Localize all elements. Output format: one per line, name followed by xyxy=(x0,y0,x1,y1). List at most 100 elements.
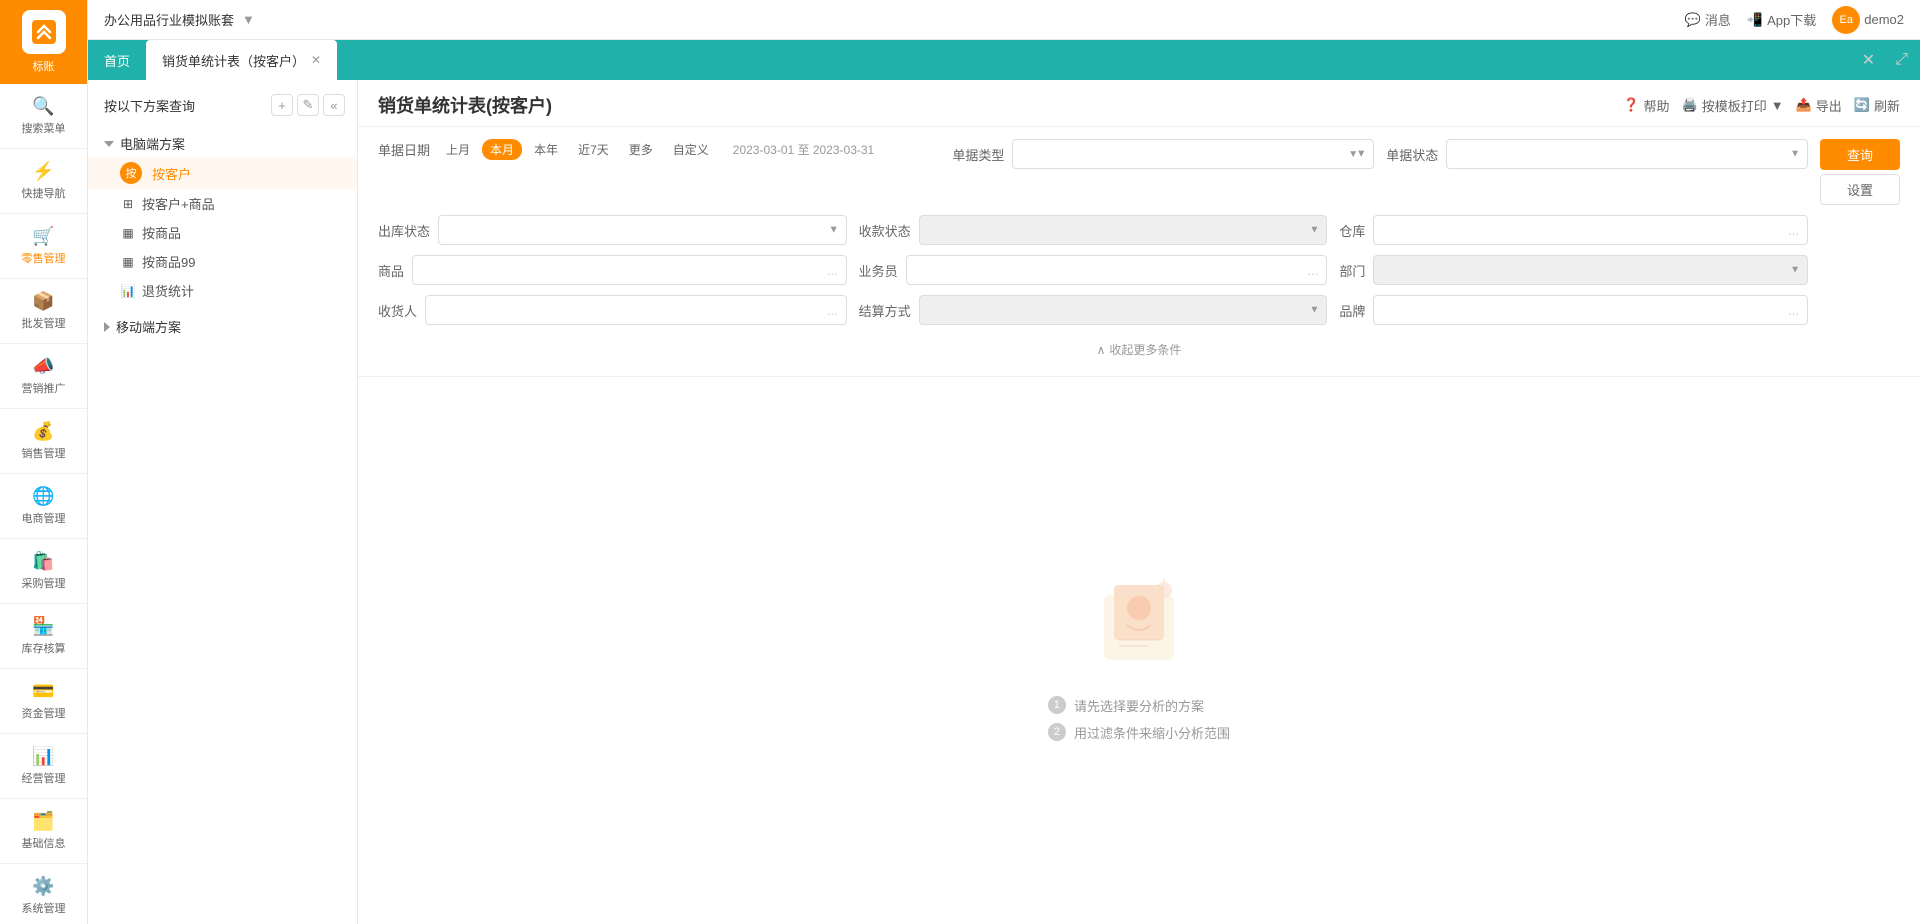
dropdown-icon[interactable]: ▼ xyxy=(242,12,255,27)
warehouse-dots[interactable]: ... xyxy=(1788,223,1799,238)
scheme-item-by-customer-product[interactable]: ⊞ 按客户+商品 xyxy=(88,189,357,218)
tab-close-all-icon[interactable]: ✕ xyxy=(1862,50,1887,70)
logo-area[interactable]: 标账 xyxy=(0,0,87,84)
basic-icon: 🗂️ xyxy=(32,811,54,832)
scheme-group-desktop: 电脑端方案 按 按客户 ⊞ 按客户+商品 ▦ 按商品 ▦ xyxy=(88,126,357,309)
date-last-7-days[interactable]: 近7天 xyxy=(570,139,617,160)
sidebar-item-wholesale[interactable]: 📦 批发管理 xyxy=(0,279,87,344)
date-range: 2023-03-01 至 2023-03-31 xyxy=(733,141,874,158)
department-label: 部门 xyxy=(1339,261,1365,280)
sidebar-item-quicknav[interactable]: ⚡ 快捷导航 xyxy=(0,149,87,214)
scheme-item-return-stats-label: 退货统计 xyxy=(142,281,194,300)
out-status-label: 出库状态 xyxy=(378,221,430,240)
sidebar-item-search[interactable]: 🔍 搜索菜单 xyxy=(0,84,87,149)
order-type-select[interactable] xyxy=(1012,139,1374,169)
sidebar-item-inventory[interactable]: 🏪 库存核算 xyxy=(0,604,87,669)
sidebar-item-basic[interactable]: 🗂️ 基础信息 xyxy=(0,799,87,864)
sidebar-item-system[interactable]: ⚙️ 系统管理 xyxy=(0,864,87,924)
date-this-year[interactable]: 本年 xyxy=(526,139,566,160)
sidebar-item-ecommerce[interactable]: 🌐 电商管理 xyxy=(0,474,87,539)
warehouse-input[interactable] xyxy=(1382,223,1784,238)
settlement-label: 结算方式 xyxy=(859,301,911,320)
scheme-panel-header: 按以下方案查询 + ✎ « xyxy=(88,88,357,122)
inventory-icon: 🏪 xyxy=(32,616,54,637)
hint-num-1: 1 xyxy=(1048,696,1066,714)
user-menu[interactable]: Ea demo2 xyxy=(1832,6,1904,34)
tab-home[interactable]: 首页 xyxy=(88,40,146,80)
tab-close-icon[interactable]: ✕ xyxy=(311,53,321,67)
sidebar-item-retail[interactable]: 🛒 零售管理 xyxy=(0,214,87,279)
operations-icon: 📊 xyxy=(32,746,54,767)
product-dots[interactable]: ... xyxy=(827,263,838,278)
tab-expand-icon[interactable]: ⤢ xyxy=(1895,51,1908,69)
empty-hints: 1 请先选择要分析的方案 2 用过滤条件来缩小分析范围 xyxy=(1048,696,1230,742)
refresh-icon: 🔄 xyxy=(1854,97,1870,113)
sidebar-item-ecommerce-label: 电商管理 xyxy=(22,510,66,526)
settlement-select[interactable] xyxy=(919,295,1328,325)
date-last-month[interactable]: 上月 xyxy=(438,139,478,160)
receiver-input[interactable] xyxy=(434,303,823,318)
quicknav-icon: ⚡ xyxy=(32,161,54,182)
wholesale-icon: 📦 xyxy=(32,291,54,312)
sidebar-item-marketing[interactable]: 📣 营销推广 xyxy=(0,344,87,409)
scheme-group-desktop-header[interactable]: 电脑端方案 xyxy=(88,130,357,157)
receiver-label: 收货人 xyxy=(378,301,417,320)
help-btn[interactable]: ❓ 帮助 xyxy=(1623,96,1669,115)
scheme-item-by-customer[interactable]: 按 按客户 xyxy=(88,157,357,189)
scheme-item-by-product[interactable]: ▦ 按商品 xyxy=(88,218,357,247)
brand-label: 品牌 xyxy=(1339,301,1365,320)
sidebar-item-finance[interactable]: 💳 资金管理 xyxy=(0,669,87,734)
home-tab-label: 首页 xyxy=(104,51,130,70)
refresh-label: 刷新 xyxy=(1874,96,1900,115)
scheme-add-btn[interactable]: + xyxy=(271,94,293,116)
sidebar-item-basic-label: 基础信息 xyxy=(22,835,66,851)
scheme-item-by-product-99[interactable]: ▦ 按商品99 xyxy=(88,247,357,276)
sidebar-item-sales[interactable]: 💰 销售管理 xyxy=(0,409,87,474)
department-select[interactable] xyxy=(1373,255,1808,285)
search-icon: 🔍 xyxy=(32,96,54,117)
salesperson-dots[interactable]: ... xyxy=(1308,263,1319,278)
product-input[interactable] xyxy=(421,263,823,278)
collection-status-select[interactable] xyxy=(919,215,1328,245)
empty-hint-2-text: 用过滤条件来缩小分析范围 xyxy=(1074,723,1230,742)
scheme-item-return-stats[interactable]: 📊 退货统计 xyxy=(88,276,357,305)
finance-icon: 💳 xyxy=(32,681,54,702)
action-buttons: 查询 设置 xyxy=(1820,139,1900,205)
app-download-btn[interactable]: 📲 App下载 xyxy=(1747,10,1816,29)
out-status-select[interactable] xyxy=(438,215,847,245)
scheme-group-desktop-label: 电脑端方案 xyxy=(120,134,185,153)
brand-input[interactable] xyxy=(1382,303,1784,318)
retail-icon: 🛒 xyxy=(32,226,54,247)
settings-btn[interactable]: 设置 xyxy=(1820,174,1900,205)
messages-btn[interactable]: 💬 消息 xyxy=(1685,10,1731,29)
scheme-edit-btn[interactable]: ✎ xyxy=(297,94,319,116)
scheme-active-icon: 按 xyxy=(120,162,142,184)
tab-sales-stats[interactable]: 销货单统计表（按客户） ✕ xyxy=(146,40,337,80)
sales-stats-tab-label: 销货单统计表（按客户） xyxy=(162,51,305,70)
scheme-group-mobile-header[interactable]: 移动端方案 xyxy=(88,313,357,340)
export-btn[interactable]: 📤 导出 xyxy=(1796,96,1842,115)
date-custom[interactable]: 自定义 xyxy=(665,139,717,160)
edit-icon: ✎ xyxy=(303,97,314,113)
brand-dots[interactable]: ... xyxy=(1788,303,1799,318)
collapse-up-icon: ∧ xyxy=(1097,343,1106,357)
marketing-icon: 📣 xyxy=(32,356,54,377)
template-print-btn[interactable]: 🖨️ 按模板打印 ▼ xyxy=(1682,96,1784,115)
sidebar-item-purchase[interactable]: 🛍️ 采购管理 xyxy=(0,539,87,604)
date-this-month[interactable]: 本月 xyxy=(482,139,522,160)
sidebar-item-inventory-label: 库存核算 xyxy=(22,640,66,656)
receiver-dots[interactable]: ... xyxy=(827,303,838,318)
refresh-btn[interactable]: 🔄 刷新 xyxy=(1854,96,1900,115)
system-icon: ⚙️ xyxy=(32,876,54,897)
date-more[interactable]: 更多 xyxy=(621,139,661,160)
sidebar-menu: 🔍 搜索菜单 ⚡ 快捷导航 🛒 零售管理 📦 批发管理 📣 营销推广 💰 销售管… xyxy=(0,84,87,924)
sidebar-item-operations[interactable]: 📊 经营管理 xyxy=(0,734,87,799)
message-icon: 💬 xyxy=(1685,12,1701,28)
order-status-select[interactable] xyxy=(1446,139,1808,169)
top-header-right: 💬 消息 📲 App下载 Ea demo2 xyxy=(1685,6,1904,34)
query-btn[interactable]: 查询 xyxy=(1820,139,1900,170)
collapse-bar[interactable]: ∧ 收起更多条件 xyxy=(378,335,1900,364)
logo-icon xyxy=(22,10,66,54)
salesperson-input[interactable] xyxy=(915,263,1304,278)
scheme-collapse-btn[interactable]: « xyxy=(323,94,345,116)
